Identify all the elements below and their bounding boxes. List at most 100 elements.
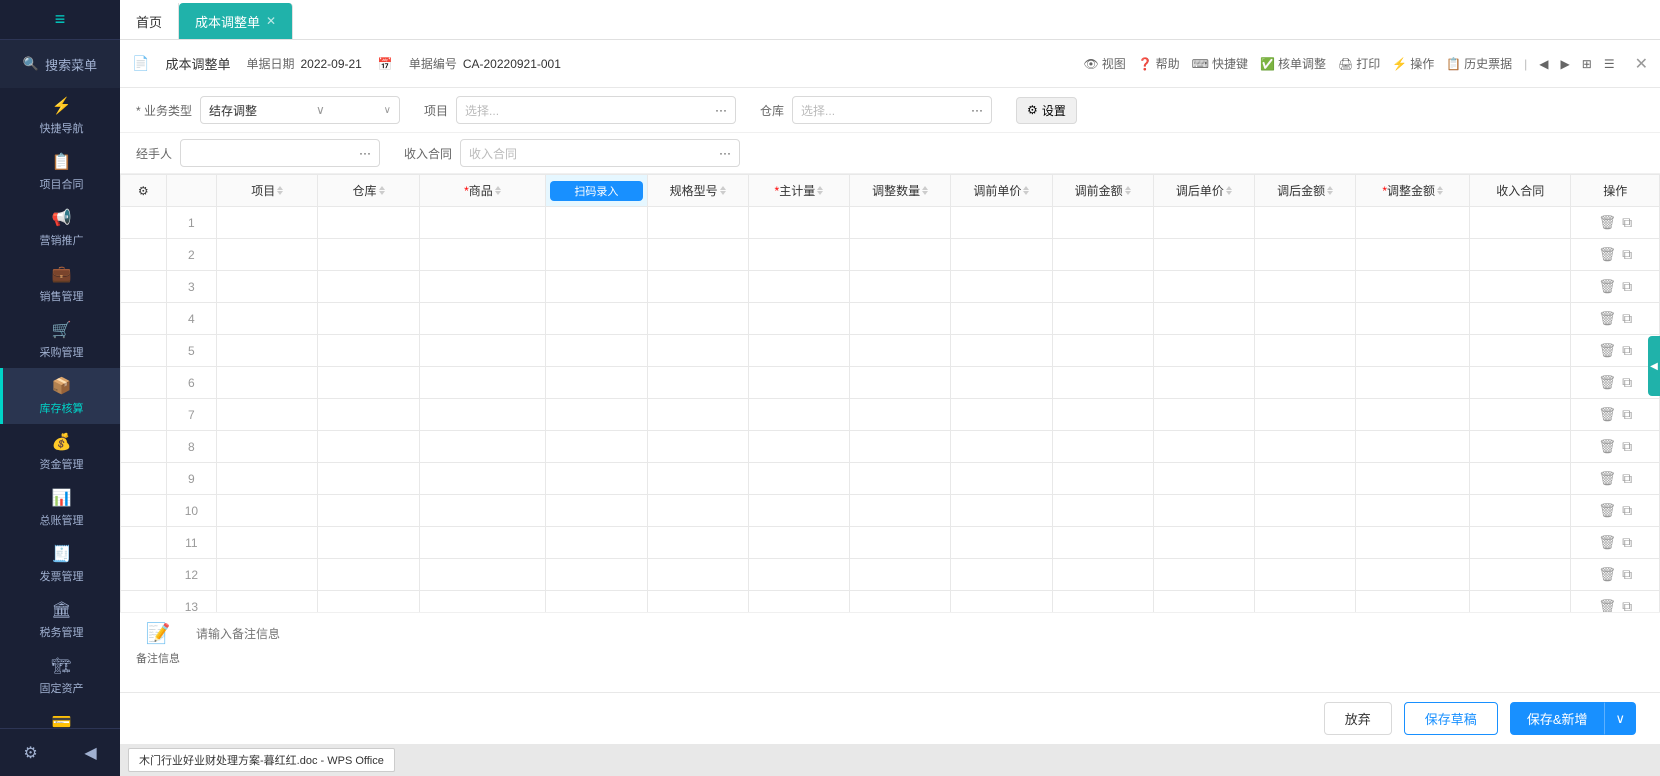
row-before-amount-6[interactable] bbox=[1052, 367, 1153, 399]
row-before-price-8[interactable] bbox=[951, 431, 1052, 463]
toolbar-check-btn[interactable]: ✅ 核单调整 bbox=[1260, 55, 1326, 72]
sort-spec-icon[interactable] bbox=[720, 186, 726, 195]
row-scan-11[interactable] bbox=[546, 527, 647, 559]
row-warehouse-8[interactable] bbox=[318, 431, 419, 463]
row-before-price-4[interactable] bbox=[951, 303, 1052, 335]
row-product-4[interactable] bbox=[419, 303, 546, 335]
row-adj-amount-5[interactable] bbox=[1356, 335, 1470, 367]
row-before-price-9[interactable] bbox=[951, 463, 1052, 495]
row-scan-4[interactable] bbox=[546, 303, 647, 335]
scan-button[interactable]: 扫码录入 bbox=[550, 181, 642, 201]
sidebar-item-funds-mgmt[interactable]: 💰 资金管理 bbox=[0, 424, 120, 480]
sort-before-amount-icon[interactable] bbox=[1125, 186, 1131, 195]
row-product-2[interactable] bbox=[419, 239, 546, 271]
row-project-2[interactable] bbox=[217, 239, 318, 271]
sidebar-item-purchase-mgmt[interactable]: 🛒 采购管理 bbox=[0, 312, 120, 368]
row-product-13[interactable] bbox=[419, 591, 546, 613]
row-project-12[interactable] bbox=[217, 559, 318, 591]
tab-home[interactable]: 首页 bbox=[120, 3, 179, 39]
row-project-8[interactable] bbox=[217, 431, 318, 463]
row-scan-13[interactable] bbox=[546, 591, 647, 613]
sort-product-icon[interactable] bbox=[495, 186, 501, 195]
sidebar-item-invoice-mgmt[interactable]: 🧾 发票管理 bbox=[0, 536, 120, 592]
row-after-price-11[interactable] bbox=[1153, 527, 1254, 559]
row-delete-btn-5[interactable]: 🗑 bbox=[1598, 342, 1616, 359]
col-adj-amount-header[interactable]: *调整金额 bbox=[1356, 175, 1470, 207]
row-copy-btn-8[interactable]: ⧉ bbox=[1622, 438, 1632, 455]
row-adj-qty-10[interactable] bbox=[850, 495, 951, 527]
row-adj-amount-4[interactable] bbox=[1356, 303, 1470, 335]
row-income-2[interactable] bbox=[1470, 239, 1571, 271]
row-before-amount-12[interactable] bbox=[1052, 559, 1153, 591]
row-income-8[interactable] bbox=[1470, 431, 1571, 463]
row-adj-qty-13[interactable] bbox=[850, 591, 951, 613]
toolbar-print-btn[interactable]: 🖨 打印 bbox=[1338, 55, 1380, 72]
row-adj-qty-5[interactable] bbox=[850, 335, 951, 367]
row-before-amount-9[interactable] bbox=[1052, 463, 1153, 495]
row-adj-qty-6[interactable] bbox=[850, 367, 951, 399]
col-setting-header[interactable]: ⚙ bbox=[121, 175, 167, 207]
row-spec-13[interactable] bbox=[647, 591, 748, 613]
row-unit-7[interactable] bbox=[748, 399, 849, 431]
row-before-amount-11[interactable] bbox=[1052, 527, 1153, 559]
row-income-7[interactable] bbox=[1470, 399, 1571, 431]
row-copy-btn-4[interactable]: ⧉ bbox=[1622, 310, 1632, 327]
row-delete-btn-9[interactable]: 🗑 bbox=[1598, 470, 1616, 487]
row-spec-4[interactable] bbox=[647, 303, 748, 335]
row-project-6[interactable] bbox=[217, 367, 318, 399]
row-before-amount-5[interactable] bbox=[1052, 335, 1153, 367]
row-unit-11[interactable] bbox=[748, 527, 849, 559]
col-project-header[interactable]: 项目 bbox=[217, 175, 318, 207]
row-product-7[interactable] bbox=[419, 399, 546, 431]
sidebar-item-inventory[interactable]: 📦 库存核算 bbox=[0, 368, 120, 424]
row-delete-btn-2[interactable]: 🗑 bbox=[1598, 246, 1616, 263]
toolbar-date-icon[interactable]: 📅 bbox=[378, 57, 393, 71]
sidebar-item-fixed-assets[interactable]: 🏗 固定资产 bbox=[0, 648, 120, 704]
row-after-price-7[interactable] bbox=[1153, 399, 1254, 431]
row-scan-3[interactable] bbox=[546, 271, 647, 303]
col-after-price-header[interactable]: 调后单价 bbox=[1153, 175, 1254, 207]
sidebar-search-button[interactable]: 🔍 搜索菜单 bbox=[0, 40, 120, 88]
col-after-amount-header[interactable]: 调后金额 bbox=[1255, 175, 1356, 207]
row-project-9[interactable] bbox=[217, 463, 318, 495]
row-project-4[interactable] bbox=[217, 303, 318, 335]
row-after-amount-12[interactable] bbox=[1255, 559, 1356, 591]
row-before-price-12[interactable] bbox=[951, 559, 1052, 591]
row-copy-btn-6[interactable]: ⧉ bbox=[1622, 374, 1632, 391]
row-after-amount-5[interactable] bbox=[1255, 335, 1356, 367]
row-delete-btn-8[interactable]: 🗑 bbox=[1598, 438, 1616, 455]
row-after-amount-9[interactable] bbox=[1255, 463, 1356, 495]
toolbar-close-btn[interactable]: ✕ bbox=[1635, 54, 1648, 74]
col-spec-header[interactable]: 规格型号 bbox=[647, 175, 748, 207]
col-scan-header[interactable]: 扫码录入 bbox=[546, 175, 647, 207]
toolbar-ops-btn[interactable]: ⚡ 操作 bbox=[1392, 55, 1434, 72]
row-delete-btn-12[interactable]: 🗑 bbox=[1598, 566, 1616, 583]
row-project-13[interactable] bbox=[217, 591, 318, 613]
sidebar-item-project-contract[interactable]: 📋 项目合同 bbox=[0, 144, 120, 200]
row-spec-1[interactable] bbox=[647, 207, 748, 239]
row-after-price-1[interactable] bbox=[1153, 207, 1254, 239]
row-income-10[interactable] bbox=[1470, 495, 1571, 527]
col-before-price-header[interactable]: 调前单价 bbox=[951, 175, 1052, 207]
row-scan-2[interactable] bbox=[546, 239, 647, 271]
row-project-1[interactable] bbox=[217, 207, 318, 239]
row-warehouse-4[interactable] bbox=[318, 303, 419, 335]
row-after-price-4[interactable] bbox=[1153, 303, 1254, 335]
col-product-header[interactable]: *商品 bbox=[419, 175, 546, 207]
row-income-1[interactable] bbox=[1470, 207, 1571, 239]
col-unit-header[interactable]: *主计量 bbox=[748, 175, 849, 207]
toolbar-list-view-btn[interactable]: ☰ bbox=[1604, 57, 1615, 71]
sort-after-price-icon[interactable] bbox=[1226, 186, 1232, 195]
row-adj-qty-12[interactable] bbox=[850, 559, 951, 591]
row-after-price-6[interactable] bbox=[1153, 367, 1254, 399]
row-scan-10[interactable] bbox=[546, 495, 647, 527]
row-before-amount-3[interactable] bbox=[1052, 271, 1153, 303]
row-spec-10[interactable] bbox=[647, 495, 748, 527]
row-before-price-13[interactable] bbox=[951, 591, 1052, 613]
row-spec-12[interactable] bbox=[647, 559, 748, 591]
row-warehouse-3[interactable] bbox=[318, 271, 419, 303]
row-delete-btn-11[interactable]: 🗑 bbox=[1598, 534, 1616, 551]
row-project-5[interactable] bbox=[217, 335, 318, 367]
row-after-amount-4[interactable] bbox=[1255, 303, 1356, 335]
project-select[interactable]: 选择... ··· bbox=[456, 96, 736, 124]
